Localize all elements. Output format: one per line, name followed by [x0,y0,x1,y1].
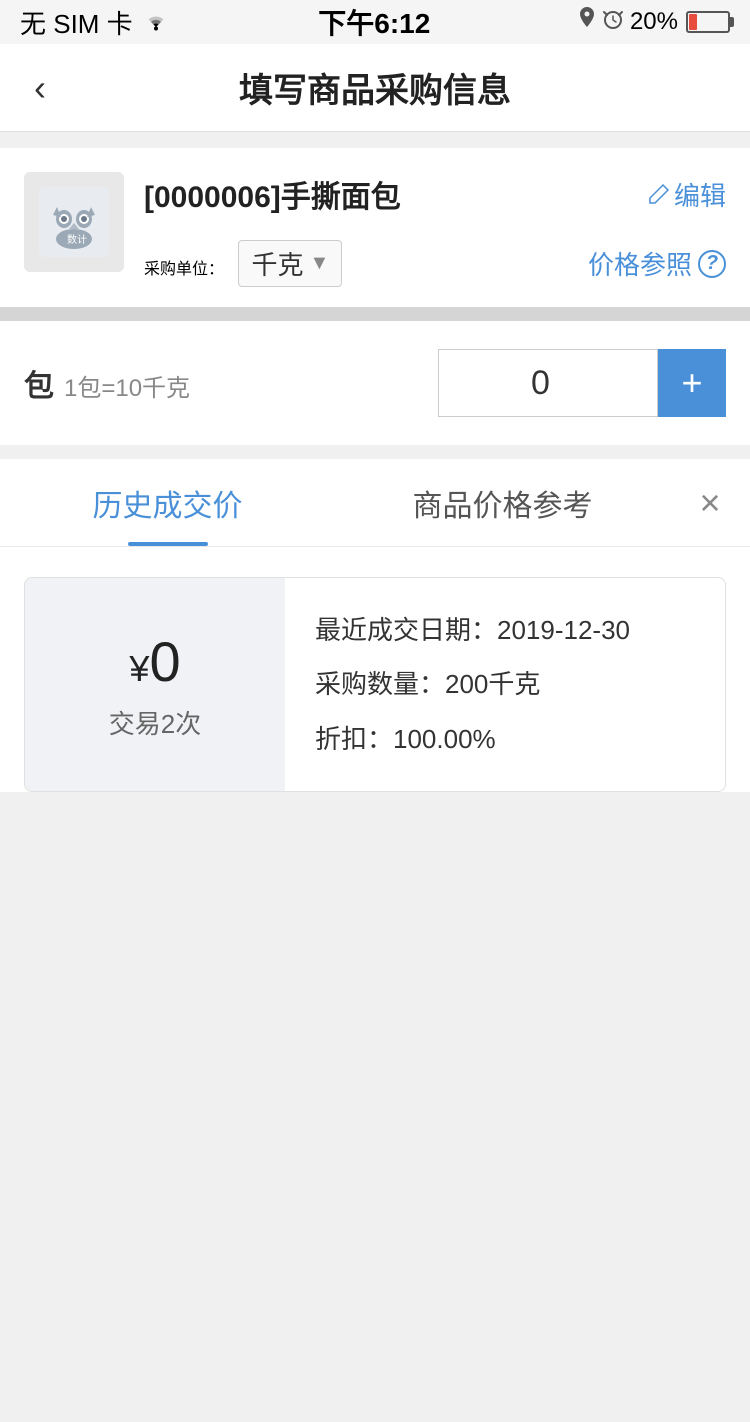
trade-count: 交易2次 [109,704,201,741]
product-logo: 数计 [39,187,109,257]
quantity-row: 包 1包=10千克 + [0,321,750,445]
svg-text:数计: 数计 [67,233,87,246]
discount-value: 100.00% [393,724,496,754]
tab-history-price[interactable]: 历史成交价 [0,459,335,546]
unit-row: 采购单位： 千克 ▼ 价格参照 ? [144,240,726,287]
price-ref-button[interactable]: 价格参照 ? [588,245,726,282]
chevron-down-icon: ▼ [309,252,329,275]
product-row-top: 数计 [0000006]手撕面包 编辑 采购单位： 千克 ▼ [24,172,726,287]
battery-percent: 20% [630,8,678,36]
quantity-input[interactable] [438,349,658,417]
status-left: 无 SIM 卡 [20,4,171,41]
quantity-input-group: + [438,349,726,417]
wifi-icon [141,7,171,38]
price-symbol: ¥ [129,648,149,689]
tab-close-button[interactable]: × [670,459,750,547]
edit-icon [648,183,670,205]
unit-label: 采购单位： [144,261,224,278]
history-price-left: ¥0 交易2次 [25,578,285,791]
product-image: 数计 [24,172,124,272]
content-area [0,822,750,1422]
recent-date-row: 最近成交日期：2019-12-30 [315,612,695,648]
status-right: 20% [578,7,730,38]
sim-text: 无 SIM 卡 [20,4,133,41]
recent-date-label: 最近成交日期： [315,615,497,645]
edit-button[interactable]: 编辑 [648,176,726,213]
alarm-icon [602,7,624,38]
unit-select[interactable]: 千克 ▼ [238,240,342,287]
product-name: [0000006]手撕面包 [144,172,401,216]
discount-label: 折扣： [315,724,393,754]
location-icon [578,7,596,38]
tabs-panel: 历史成交价 商品价格参考 × ¥0 交易2次 最近成交日期：2019-12-30… [0,459,750,792]
quantity-left: 包 1包=10千克 [24,361,190,405]
purchase-qty-label: 采购数量： [315,669,445,699]
nav-bar: ‹ 填写商品采购信息 [0,44,750,132]
purchase-qty-row: 采购数量：200千克 [315,666,695,702]
product-card: 数计 [0000006]手撕面包 编辑 采购单位： 千克 ▼ [0,148,750,307]
history-price-display: ¥0 [129,629,180,694]
quantity-plus-button[interactable]: + [658,349,726,417]
history-card: ¥0 交易2次 最近成交日期：2019-12-30 采购数量：200千克 折扣：… [24,577,726,792]
tab-product-price-ref[interactable]: 商品价格参考 [335,459,670,546]
back-button[interactable]: ‹ [24,57,56,119]
tabs-header: 历史成交价 商品价格参考 × [0,459,750,547]
tab-active-indicator [128,542,208,546]
history-details-right: 最近成交日期：2019-12-30 采购数量：200千克 折扣：100.00% [285,578,725,791]
status-bar: 无 SIM 卡 下午6:12 20% [0,0,750,44]
recent-date-value: 2019-12-30 [497,615,630,645]
section-divider [0,307,750,321]
unit-label-group: 采购单位： 千克 ▼ [144,240,342,287]
purchase-qty-value: 200千克 [445,669,540,699]
product-info: [0000006]手撕面包 编辑 采购单位： 千克 ▼ 价格 [144,172,726,287]
product-name-row: [0000006]手撕面包 编辑 [144,172,726,216]
battery-icon [686,11,730,33]
status-time: 下午6:12 [318,2,430,42]
quantity-unit-label: 包 [24,361,54,405]
page-title: 填写商品采购信息 [239,63,511,112]
info-icon: ? [698,250,726,278]
discount-row: 折扣：100.00% [315,721,695,757]
quantity-equiv: 1包=10千克 [64,368,190,403]
